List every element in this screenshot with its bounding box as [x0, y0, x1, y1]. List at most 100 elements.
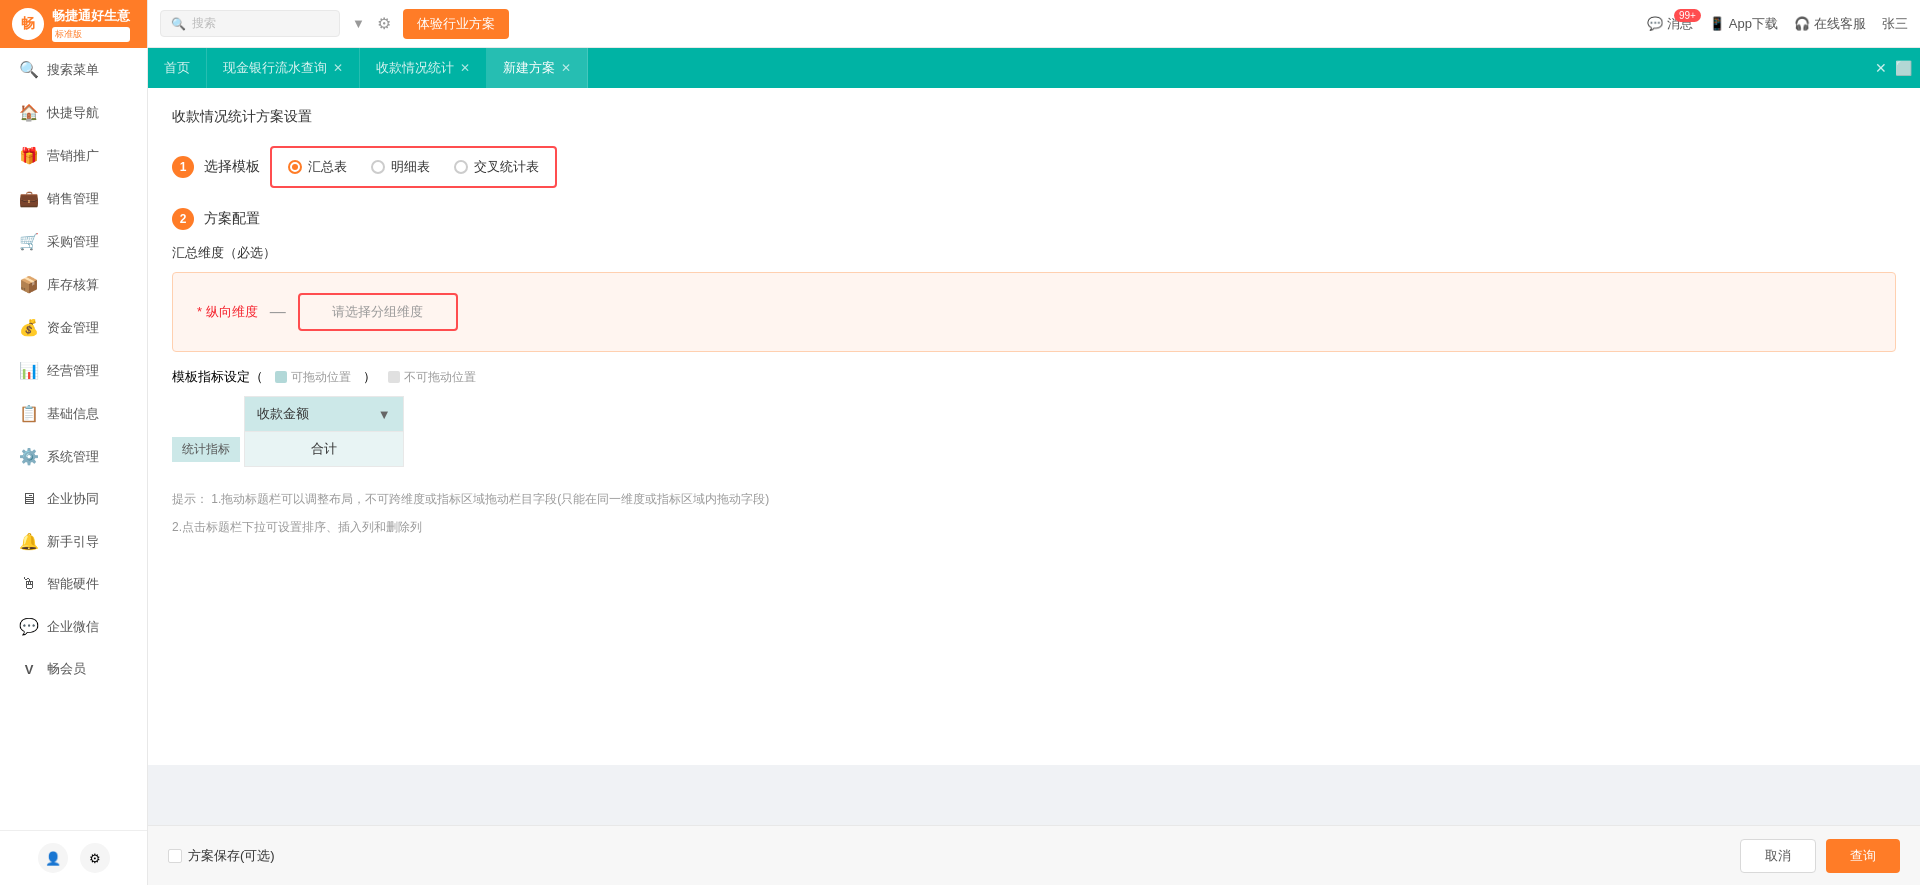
metric-close-paren: ）: [363, 368, 376, 386]
sidebar-item-finance[interactable]: 💰 资金管理: [0, 306, 147, 349]
sidebar-item-base-info[interactable]: 📋 基础信息: [0, 392, 147, 435]
content-wrapper: 收款情况统计方案设置 1 选择模板 汇总表: [148, 88, 1920, 885]
dim-placeholder[interactable]: 请选择分组维度: [298, 293, 458, 331]
sidebar-item-corp-wechat[interactable]: 💬 企业微信: [0, 605, 147, 648]
sidebar-item-label: 快捷导航: [47, 104, 99, 122]
topbar-actions: 💬 消息 99+ 📱 App下载 🎧 在线客服 张三: [1647, 15, 1908, 33]
guide-icon: 🔔: [19, 532, 39, 551]
save-plan-checkbox[interactable]: [168, 849, 182, 863]
sidebar-item-label: 营销推广: [47, 147, 99, 165]
fixed-label: 不可拖动位置: [404, 369, 476, 386]
sidebar-item-sales[interactable]: 💼 销售管理: [0, 177, 147, 220]
close-window-btn[interactable]: ✕: [1875, 60, 1887, 76]
step1-badge: 1: [172, 156, 194, 178]
sidebar-item-label: 经营管理: [47, 362, 99, 380]
system-icon: ⚙️: [19, 447, 39, 466]
query-button[interactable]: 查询: [1826, 839, 1900, 873]
tab-bank-flow[interactable]: 现金银行流水查询 ✕: [207, 48, 360, 88]
step1-section: 1 选择模板 汇总表 明细表: [172, 146, 1896, 188]
radio-detail-circle: [371, 160, 385, 174]
gift-icon: 🎁: [19, 146, 39, 165]
app-icon: 📱: [1709, 16, 1725, 31]
radio-summary[interactable]: 汇总表: [288, 158, 347, 176]
step2-badge: 2: [172, 208, 194, 230]
step2-title: 方案配置: [204, 210, 260, 228]
metric-header[interactable]: 收款金额 ▼: [245, 397, 403, 432]
sidebar-item-corp-coop[interactable]: 🖥 企业协同: [0, 478, 147, 520]
metric-table-wrapper: 统计指标 收款金额 ▼ 合计: [172, 396, 1896, 467]
app-download-btn[interactable]: 📱 App下载: [1709, 15, 1778, 33]
config-section: 汇总维度（必选） * 纵向维度 — 请选择分组维度 模板指标设定（: [172, 244, 1896, 539]
sidebar-item-marketing[interactable]: 🎁 营销推广: [0, 134, 147, 177]
stat-section-label: 统计指标: [172, 437, 240, 462]
step1-header: 1 选择模板 汇总表 明细表: [172, 146, 1896, 188]
industry-btn[interactable]: 体验行业方案: [403, 9, 509, 39]
sidebar-item-label: 企业协同: [47, 490, 99, 508]
sidebar-item-label: 企业微信: [47, 618, 99, 636]
radio-cross[interactable]: 交叉统计表: [454, 158, 539, 176]
service-icon: 🎧: [1794, 16, 1810, 31]
sidebar-item-label: 畅会员: [47, 660, 86, 678]
sidebar-footer: 👤 ⚙: [0, 830, 147, 885]
content-area: 收款情况统计方案设置 1 选择模板 汇总表: [148, 88, 1920, 825]
sidebar-item-smart-hw[interactable]: 🖱 智能硬件: [0, 563, 147, 605]
fixed-dot: [388, 371, 400, 383]
metric-settings: 模板指标设定（ 可拖动位置 ） 不可拖动位置: [172, 368, 1896, 467]
radio-detail-label: 明细表: [391, 158, 430, 176]
sidebar-nav: 🔍 搜索菜单 🏠 快捷导航 🎁 营销推广 💼 销售管理 🛒 采购管理 📦 库存核…: [0, 48, 147, 830]
logo-name: 畅捷通好生意: [52, 7, 130, 25]
vertical-dim-label: * 纵向维度: [197, 303, 258, 321]
tips: 提示： 1.拖动标题栏可以调整布局，不可跨维度或指标区域拖动栏目字段(只能在同一…: [172, 487, 1896, 539]
page-container: 收款情况统计方案设置 1 选择模板 汇总表: [148, 88, 1920, 765]
sidebar-item-label: 搜索菜单: [47, 61, 99, 79]
receipts-stat-close[interactable]: ✕: [460, 61, 470, 75]
inventory-icon: 📦: [19, 275, 39, 294]
metric-dropdown-icon[interactable]: ▼: [378, 407, 391, 422]
message-badge: 99+: [1674, 9, 1701, 22]
radio-cross-circle: [454, 160, 468, 174]
sidebar-item-inventory[interactable]: 📦 库存核算: [0, 263, 147, 306]
sidebar-item-system[interactable]: ⚙️ 系统管理: [0, 435, 147, 478]
corp-coop-icon: 🖥: [19, 490, 39, 508]
sidebar-avatar[interactable]: 👤: [38, 843, 68, 873]
radio-summary-circle: [288, 160, 302, 174]
legend-fixed: 不可拖动位置: [388, 369, 476, 386]
online-service-btn[interactable]: 🎧 在线客服: [1794, 15, 1866, 33]
sidebar-item-search-menu[interactable]: 🔍 搜索菜单: [0, 48, 147, 91]
radio-detail[interactable]: 明细表: [371, 158, 430, 176]
metric-table: 收款金额 ▼ 合计: [244, 396, 404, 467]
sidebar-item-label: 系统管理: [47, 448, 99, 466]
topbar: 🔍 搜索 ▼ ⚙ 体验行业方案 💬 消息 99+ 📱 App下载 🎧 在线客服 …: [148, 0, 1920, 48]
dimension-area: * 纵向维度 — 请选择分组维度: [172, 272, 1896, 352]
page-title: 收款情况统计方案设置: [172, 108, 1896, 126]
legend-movable: 可拖动位置: [275, 369, 351, 386]
sidebar-item-member[interactable]: V 畅会员: [0, 648, 147, 690]
logo-badge: 标准版: [52, 27, 130, 42]
logo-icon: 畅: [12, 8, 44, 40]
topbar-dropdown-icon[interactable]: ▼: [352, 16, 365, 31]
tab-home[interactable]: 首页: [148, 48, 207, 88]
sidebar-item-quick-nav[interactable]: 🏠 快捷导航: [0, 91, 147, 134]
new-plan-close[interactable]: ✕: [561, 61, 571, 75]
metric-settings-label: 模板指标设定（: [172, 368, 263, 386]
metric-legend: 模板指标设定（ 可拖动位置 ） 不可拖动位置: [172, 368, 1896, 386]
tab-receipts-stat[interactable]: 收款情况统计 ✕: [360, 48, 487, 88]
user-name: 张三: [1882, 15, 1908, 33]
tab-new-plan[interactable]: 新建方案 ✕: [487, 48, 588, 88]
sidebar: 畅 畅捷通好生意 标准版 🔍 搜索菜单 🏠 快捷导航 🎁 营销推广 💼 销售管理…: [0, 0, 148, 885]
sidebar-item-purchase[interactable]: 🛒 采购管理: [0, 220, 147, 263]
search-bar[interactable]: 🔍 搜索: [160, 10, 340, 37]
maximize-window-btn[interactable]: ⬜: [1895, 60, 1912, 76]
user-name-btn[interactable]: 张三: [1882, 15, 1908, 33]
message-btn[interactable]: 💬 消息 99+: [1647, 15, 1693, 33]
gear-icon[interactable]: ⚙: [377, 14, 391, 33]
cancel-button[interactable]: 取消: [1740, 839, 1816, 873]
sidebar-item-operations[interactable]: 📊 经营管理: [0, 349, 147, 392]
metric-sub: 合计: [245, 432, 403, 466]
bank-flow-close[interactable]: ✕: [333, 61, 343, 75]
save-plan-checkbox-label[interactable]: 方案保存(可选): [168, 847, 275, 865]
sidebar-item-guide[interactable]: 🔔 新手引导: [0, 520, 147, 563]
dimension-row: * 纵向维度 — 请选择分组维度: [197, 293, 1871, 331]
sidebar-settings[interactable]: ⚙: [80, 843, 110, 873]
message-icon: 💬: [1647, 16, 1663, 31]
